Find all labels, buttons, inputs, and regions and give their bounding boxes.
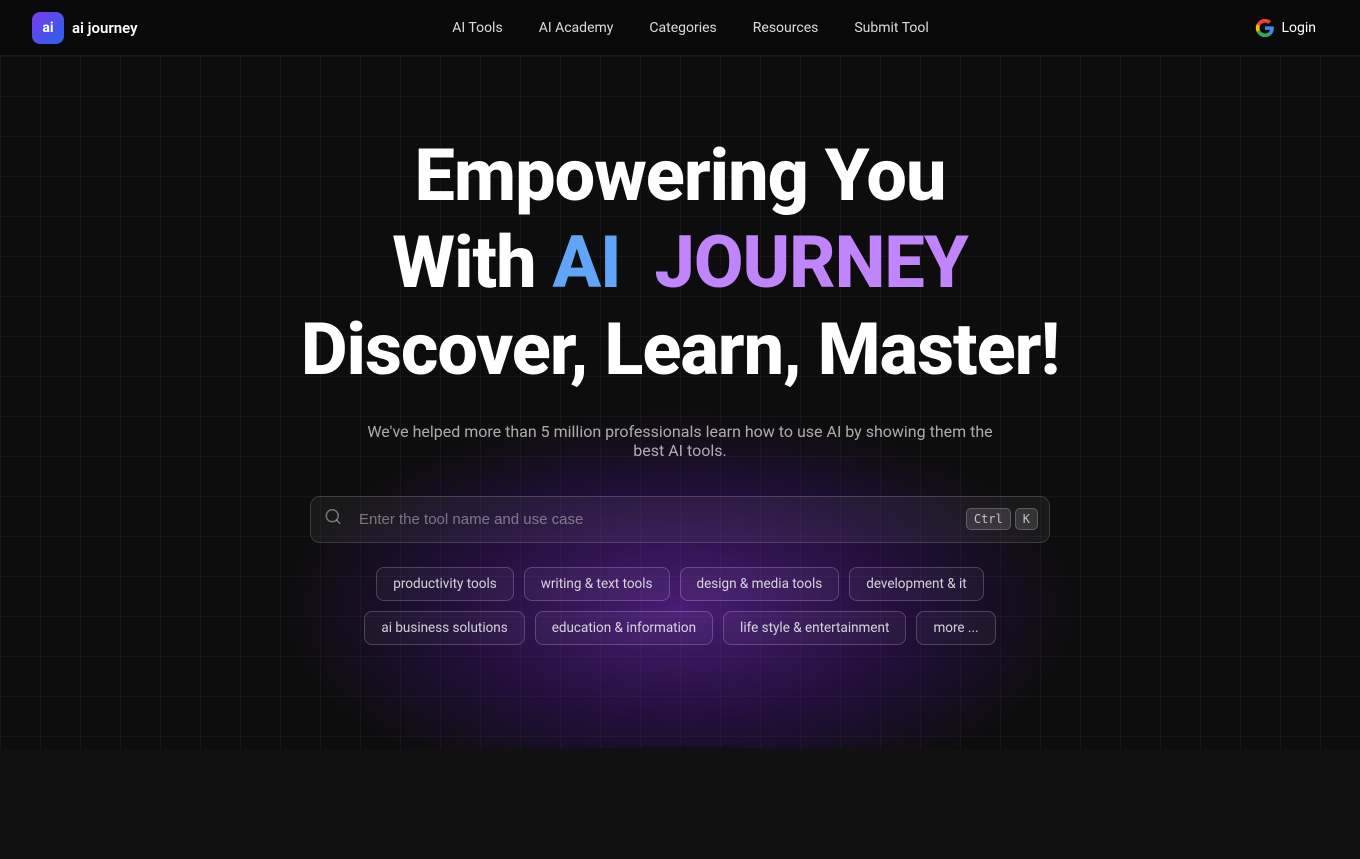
logo-text: ai journey bbox=[72, 19, 138, 37]
hero-title-with: With bbox=[392, 220, 552, 305]
tags-container: productivity tools writing & text tools … bbox=[310, 567, 1050, 645]
bottom-curve bbox=[400, 747, 960, 777]
nav-right: Login bbox=[1243, 12, 1328, 44]
hero-title-line3: Discover, Learn, Master! bbox=[301, 310, 1059, 389]
hero-content: Empowering You With AI JOURNEY Discover,… bbox=[230, 136, 1130, 645]
navbar: ai ai journey AI Tools AI Academy Catego… bbox=[0, 0, 1360, 56]
search-container: Ctrl K bbox=[310, 496, 1050, 543]
logo[interactable]: ai ai journey bbox=[32, 12, 138, 44]
nav-categories[interactable]: Categories bbox=[635, 14, 730, 42]
tag-lifestyle-entertainment[interactable]: life style & entertainment bbox=[723, 611, 906, 645]
keyboard-shortcut: Ctrl K bbox=[966, 508, 1038, 530]
tag-development-it[interactable]: development & it bbox=[849, 567, 984, 601]
kbd-k: K bbox=[1015, 508, 1038, 530]
tag-ai-business-solutions[interactable]: ai business solutions bbox=[364, 611, 524, 645]
tag-education-information[interactable]: education & information bbox=[535, 611, 713, 645]
hero-title-journey: JOURNEY bbox=[654, 220, 967, 305]
hero-subtitle: We've helped more than 5 million profess… bbox=[360, 422, 1000, 460]
hero-title-line1: Empowering You bbox=[415, 136, 946, 215]
search-input[interactable] bbox=[310, 496, 1050, 543]
tag-more[interactable]: more ... bbox=[916, 611, 995, 645]
nav-ai-tools[interactable]: AI Tools bbox=[438, 14, 516, 42]
nav-submit-tool[interactable]: Submit Tool bbox=[840, 14, 942, 42]
tag-design-media-tools[interactable]: design & media tools bbox=[680, 567, 840, 601]
nav-resources[interactable]: Resources bbox=[739, 14, 833, 42]
login-label: Login bbox=[1281, 20, 1316, 36]
tag-writing-text-tools[interactable]: writing & text tools bbox=[524, 567, 670, 601]
google-icon bbox=[1255, 18, 1275, 38]
hero-section: Empowering You With AI JOURNEY Discover,… bbox=[0, 56, 1360, 749]
bottom-section bbox=[0, 749, 1360, 859]
logo-icon: ai bbox=[32, 12, 64, 44]
hero-title-line2: With AI JOURNEY bbox=[392, 223, 967, 302]
nav-links: AI Tools AI Academy Categories Resources… bbox=[438, 14, 943, 42]
hero-title-ai: AI bbox=[552, 220, 620, 305]
nav-ai-academy[interactable]: AI Academy bbox=[525, 14, 628, 42]
tag-productivity-tools[interactable]: productivity tools bbox=[376, 567, 513, 601]
kbd-ctrl: Ctrl bbox=[966, 508, 1011, 530]
login-button[interactable]: Login bbox=[1243, 12, 1328, 44]
